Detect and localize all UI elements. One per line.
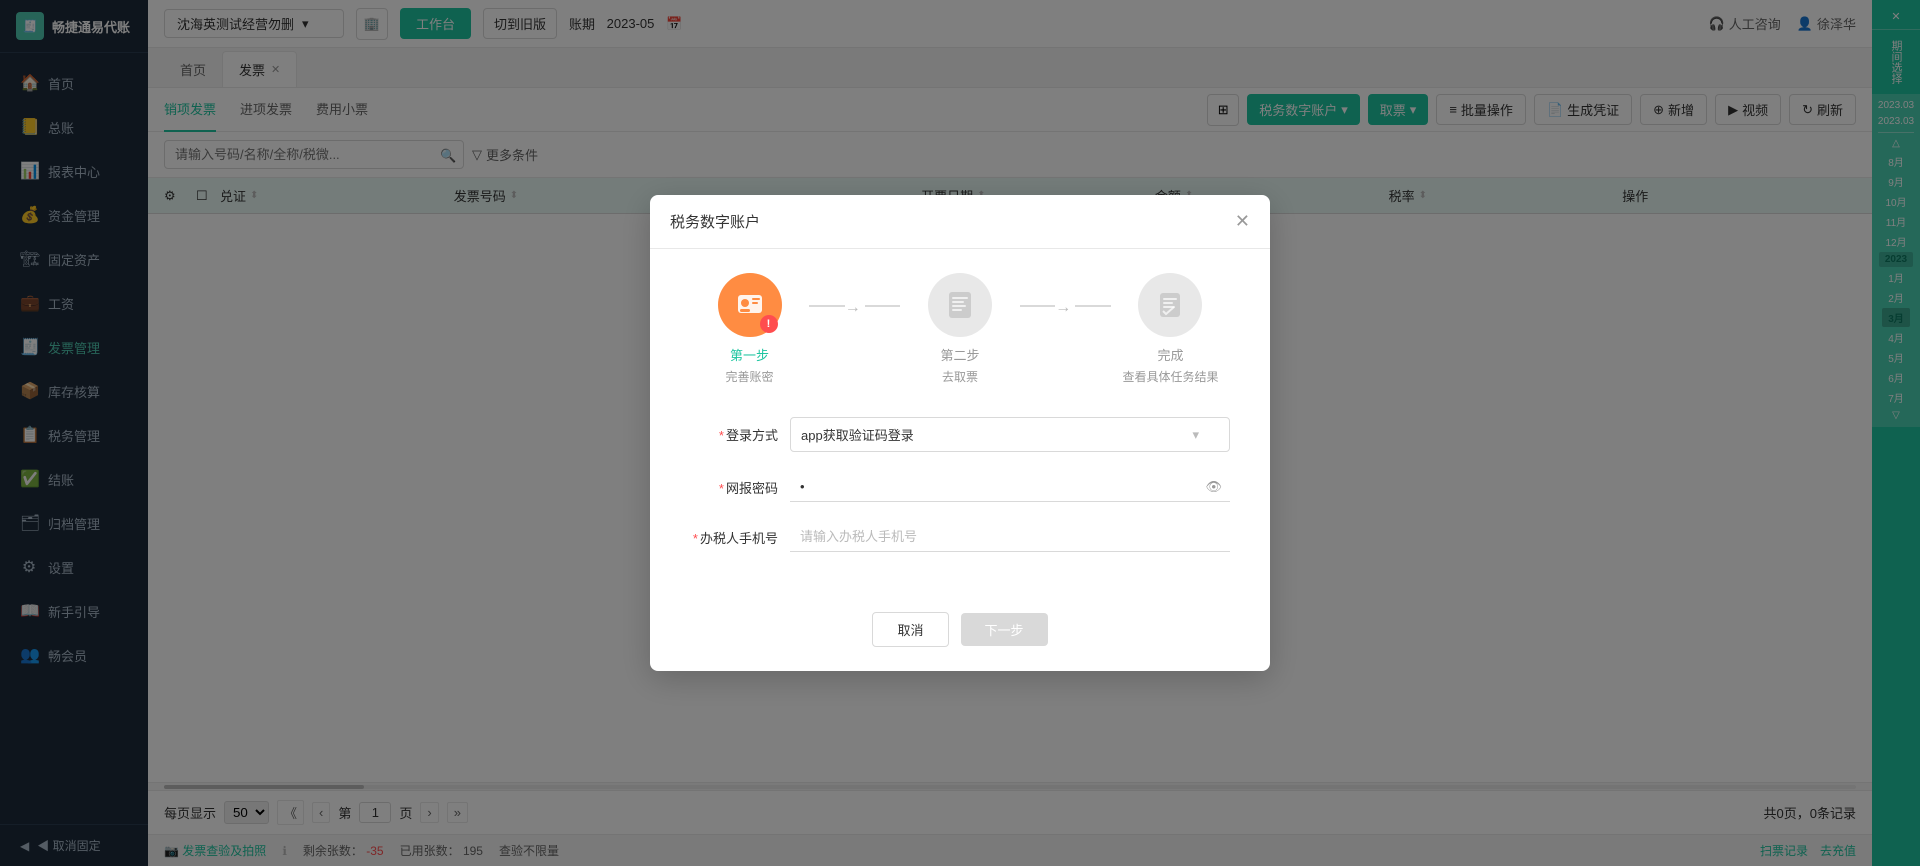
step-3-icon-wrap — [1138, 273, 1202, 337]
step-3-icon — [1138, 273, 1202, 337]
phone-input[interactable] — [790, 522, 1230, 552]
arrow-1: → — [845, 299, 865, 317]
step-connector-3 — [1020, 305, 1056, 307]
step-3-desc: 查看具体任务结果 — [1122, 368, 1218, 385]
phone-field: 办税人手机号 — [690, 522, 1230, 552]
login-method-select-wrap: app获取验证码登录 ▾ — [790, 417, 1230, 452]
modal-header: 税务数字账户 ✕ — [650, 195, 1270, 249]
step-3-label: 完成 — [1157, 345, 1183, 364]
step-connector-1 — [809, 305, 845, 307]
modal-overlay: 税务数字账户 ✕ — [0, 0, 1920, 866]
step-1: ! 第一步 完善账密 — [690, 273, 809, 385]
step-2-icon — [928, 273, 992, 337]
modal-body: ! 第一步 完善账密 → — [650, 249, 1270, 596]
step-2-desc: 去取票 — [942, 368, 978, 385]
modal-title: 税务数字账户 — [670, 211, 760, 232]
step-connector-2 — [865, 305, 901, 307]
login-method-label: 登录方式 — [690, 425, 790, 444]
step-1-label: 第一步 — [730, 345, 769, 364]
tax-digital-modal: 税务数字账户 ✕ — [650, 195, 1270, 671]
login-method-select[interactable]: app获取验证码登录 ▾ — [790, 417, 1230, 452]
cancel-button[interactable]: 取消 — [872, 612, 948, 647]
web-password-input[interactable] — [790, 472, 1197, 501]
arrow-2: → — [1055, 299, 1075, 317]
next-button[interactable]: 下一步 — [961, 613, 1048, 646]
step-1-desc: 完善账密 — [726, 368, 774, 385]
web-password-label: 网报密码 — [690, 478, 790, 497]
web-password-field: 网报密码 👁 — [690, 472, 1230, 502]
modal-footer: 取消 下一步 — [650, 596, 1270, 671]
step-2-label: 第二步 — [941, 345, 980, 364]
phone-input-wrap — [790, 522, 1230, 552]
modal-close-btn[interactable]: ✕ — [1235, 211, 1250, 232]
step-1-icon-wrap: ! — [718, 273, 782, 337]
eye-toggle-icon[interactable]: 👁 — [1197, 479, 1230, 495]
web-password-wrap: 👁 — [790, 472, 1230, 502]
step-1-error-badge: ! — [760, 315, 778, 333]
phone-label: 办税人手机号 — [690, 528, 790, 547]
steps-indicator: ! 第一步 完善账密 → — [690, 273, 1230, 385]
step-2: 第二步 去取票 — [900, 273, 1019, 385]
step-connector-4 — [1075, 305, 1111, 307]
step-3: 完成 查看具体任务结果 — [1111, 273, 1230, 385]
login-method-field: 登录方式 app获取验证码登录 ▾ — [690, 417, 1230, 452]
chevron-down-icon: ▾ — [1192, 427, 1199, 443]
step-2-icon-wrap — [928, 273, 992, 337]
